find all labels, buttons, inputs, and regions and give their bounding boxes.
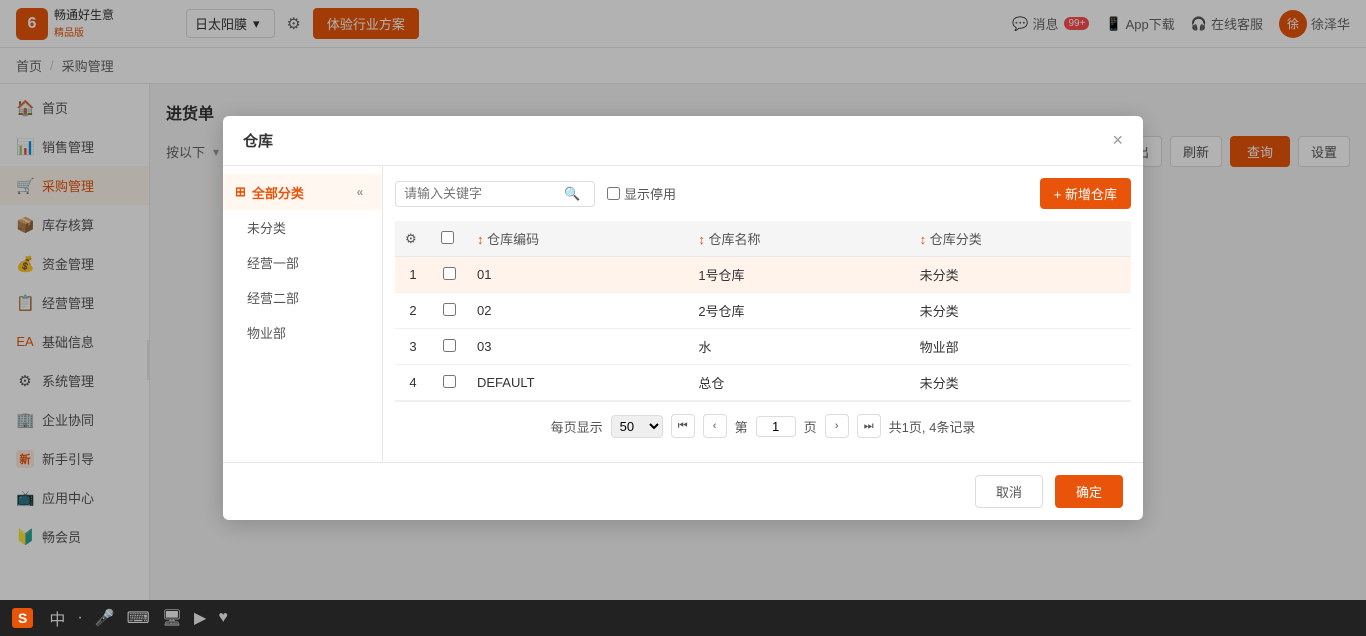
row-index: 2 xyxy=(395,293,431,329)
row-checkbox[interactable] xyxy=(431,293,467,329)
table-wrapper: ⚙ ↕ 仓库编码 ↕ 仓库名称 ↕ 仓库分类 1 01 xyxy=(395,221,1131,401)
row-checkbox[interactable] xyxy=(431,365,467,401)
taskbar-logo: S xyxy=(12,608,33,628)
confirm-button[interactable]: 确定 xyxy=(1055,475,1123,508)
row-category: 物业部 xyxy=(910,329,1131,365)
taskbar-dot-icon[interactable]: · xyxy=(77,609,82,627)
th-checkbox xyxy=(431,221,467,257)
page-last-btn[interactable]: ⏭ xyxy=(857,414,881,438)
row-code: 01 xyxy=(467,257,688,293)
cancel-button[interactable]: 取消 xyxy=(975,475,1043,508)
table-toolbar: 🔍 显示停用 + 新增仓库 xyxy=(395,178,1131,209)
page-input[interactable] xyxy=(756,416,796,437)
search-box: 🔍 xyxy=(395,181,595,207)
row-checkbox[interactable] xyxy=(431,257,467,293)
search-icon[interactable]: 🔍 xyxy=(564,186,580,202)
modal-footer: 取消 确定 xyxy=(223,462,1143,520)
page-size-dropdown[interactable]: 50 100 200 xyxy=(611,415,663,438)
page-label: 第 xyxy=(735,417,748,436)
row-name: 2号仓库 xyxy=(688,293,909,329)
sort-icon3: ↕ xyxy=(920,232,927,247)
search-input[interactable] xyxy=(404,186,564,201)
category-sidebar: ⊞ 全部分类 « 未分类 经营一部 经营二部 物业部 xyxy=(223,166,383,462)
th-category: ↕ 仓库分类 xyxy=(910,221,1131,257)
table-row[interactable]: 3 03 水 物业部 xyxy=(395,329,1131,365)
page-size-select: 50 100 200 xyxy=(611,415,663,438)
all-categories-header[interactable]: ⊞ 全部分类 « xyxy=(223,174,382,210)
cat-item-operation2[interactable]: 经营二部 xyxy=(223,280,382,315)
modal-header: 仓库 × xyxy=(223,116,1143,166)
taskbar-heart-icon[interactable]: ♥ xyxy=(218,609,228,627)
table-row[interactable]: 2 02 2号仓库 未分类 xyxy=(395,293,1131,329)
category-collapse-btn[interactable]: « xyxy=(350,182,370,202)
row-checkbox[interactable] xyxy=(431,329,467,365)
all-categories-label: 全部分类 xyxy=(252,183,304,202)
modal-close-button[interactable]: × xyxy=(1112,130,1123,151)
taskbar-zh-icon[interactable]: 中 xyxy=(49,606,65,630)
row-code: 03 xyxy=(467,329,688,365)
taskbar-mic-icon[interactable]: 🎤 xyxy=(95,608,115,628)
modal-overlay: 仓库 × ⊞ 全部分类 « 未分类 经营一部 经营二部 物业部 xyxy=(0,0,1366,636)
th-code: ↕ 仓库编码 xyxy=(467,221,688,257)
grid-icon: ⊞ xyxy=(235,184,246,200)
cat-item-unclassified[interactable]: 未分类 xyxy=(223,210,382,245)
bottom-taskbar: S 中 · 🎤 ⌨ 🖥 ▶ ♥ xyxy=(0,600,1366,636)
th-settings[interactable]: ⚙ xyxy=(395,221,431,257)
row-name: 水 xyxy=(688,329,909,365)
row-category: 未分类 xyxy=(910,365,1131,401)
page-first-btn[interactable]: ⏮ xyxy=(671,414,695,438)
row-index: 4 xyxy=(395,365,431,401)
show-disabled-check[interactable] xyxy=(607,187,620,200)
sort-icon2: ↕ xyxy=(698,232,705,247)
modal-body: ⊞ 全部分类 « 未分类 经营一部 经营二部 物业部 🔍 xyxy=(223,166,1143,462)
taskbar-play-icon[interactable]: ▶ xyxy=(194,608,206,628)
th-name: ↕ 仓库名称 xyxy=(688,221,909,257)
page-prev-btn[interactable]: ‹ xyxy=(703,414,727,438)
cat-item-operation1[interactable]: 经营一部 xyxy=(223,245,382,280)
page-suffix: 页 xyxy=(804,417,817,436)
show-disabled-label: 显示停用 xyxy=(624,184,676,203)
table-row[interactable]: 4 DEFAULT 总仓 未分类 xyxy=(395,365,1131,401)
table-head: ⚙ ↕ 仓库编码 ↕ 仓库名称 ↕ 仓库分类 xyxy=(395,221,1131,257)
table-body: 1 01 1号仓库 未分类 2 02 2号仓库 xyxy=(395,257,1131,401)
add-warehouse-button[interactable]: + 新增仓库 xyxy=(1040,178,1131,209)
page-next-btn[interactable]: › xyxy=(825,414,849,438)
row-name: 1号仓库 xyxy=(688,257,909,293)
show-disabled-checkbox[interactable]: 显示停用 xyxy=(607,184,676,203)
select-all-checkbox[interactable] xyxy=(441,231,454,244)
sort-icon: ↕ xyxy=(477,232,484,247)
pagination: 每页显示 50 100 200 ⏮ ‹ 第 页 › ⏭ 共 xyxy=(395,401,1131,450)
row-name: 总仓 xyxy=(688,365,909,401)
row-category: 未分类 xyxy=(910,257,1131,293)
row-category: 未分类 xyxy=(910,293,1131,329)
cat-item-property[interactable]: 物业部 xyxy=(223,315,382,350)
row-code: DEFAULT xyxy=(467,365,688,401)
row-index: 1 xyxy=(395,257,431,293)
warehouse-table: ⚙ ↕ 仓库编码 ↕ 仓库名称 ↕ 仓库分类 1 01 xyxy=(395,221,1131,401)
table-area: 🔍 显示停用 + 新增仓库 ⚙ xyxy=(383,166,1143,462)
total-info: 共1页, 4条记录 xyxy=(889,417,976,436)
warehouse-modal: 仓库 × ⊞ 全部分类 « 未分类 经营一部 经营二部 物业部 xyxy=(223,116,1143,520)
taskbar-monitor-icon[interactable]: 🖥 xyxy=(162,608,182,628)
table-row[interactable]: 1 01 1号仓库 未分类 xyxy=(395,257,1131,293)
row-index: 3 xyxy=(395,329,431,365)
row-code: 02 xyxy=(467,293,688,329)
per-page-label: 每页显示 xyxy=(551,417,603,436)
taskbar-keyboard-icon[interactable]: ⌨ xyxy=(127,608,150,628)
modal-title: 仓库 xyxy=(243,130,273,151)
